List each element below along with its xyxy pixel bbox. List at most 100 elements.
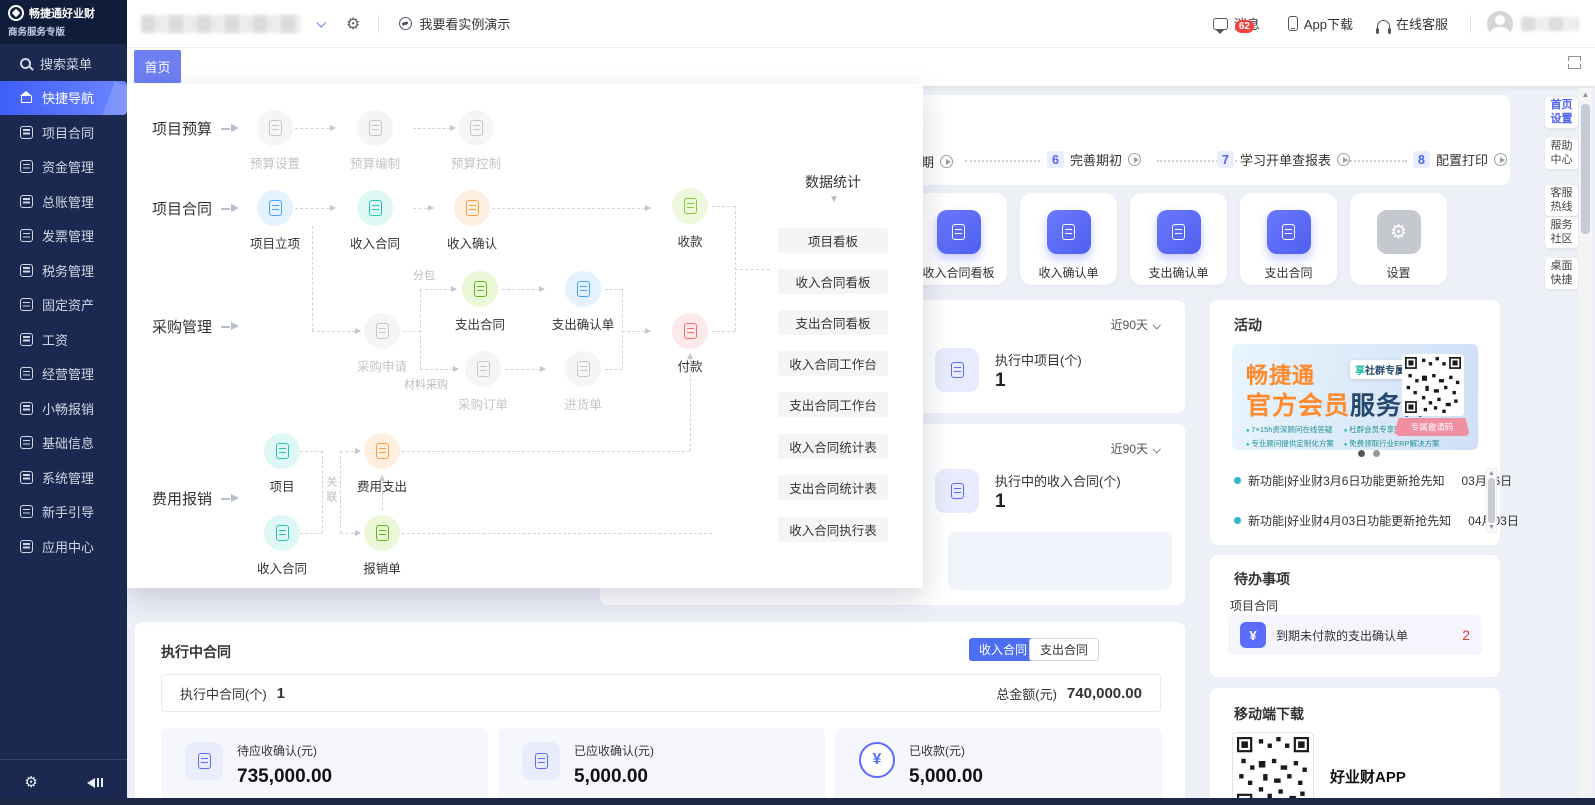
shortcut-expense-contract[interactable]: 支出合同	[1240, 193, 1337, 285]
step-8[interactable]: 8 配置打印	[1413, 150, 1508, 169]
sidebar-item-base-info[interactable]: 基础信息	[0, 426, 127, 461]
sidebar-item-invoice[interactable]: 发票管理	[0, 219, 127, 254]
news-scrollbar[interactable]: ▲ ▼	[1486, 468, 1497, 533]
stat-btn-income-report[interactable]: 收入合同统计表	[778, 434, 888, 459]
carousel-dot[interactable]	[1373, 450, 1380, 457]
collapse-sidebar-icon[interactable]	[86, 777, 103, 788]
stat-btn-expense-workbench[interactable]: 支出合同工作台	[778, 392, 888, 417]
rail-tab-service-hotline[interactable]: 客服热线	[1545, 185, 1578, 216]
home-icon	[20, 91, 33, 104]
contract-check-icon	[462, 271, 498, 307]
shortcut-settings[interactable]: ⚙ 设置	[1350, 193, 1447, 285]
sidebar-item-tax[interactable]: 税务管理	[0, 253, 127, 288]
settings-gear-icon[interactable]: ⚙	[24, 775, 37, 790]
expense-contract-toggle[interactable]: 支出合同	[1028, 638, 1099, 661]
brand-logo-icon	[8, 5, 24, 21]
fullscreen-icon[interactable]	[1568, 56, 1581, 69]
play-icon[interactable]	[1494, 153, 1508, 166]
sidebar-item-reimburse[interactable]: 小畅报销	[0, 391, 127, 426]
step-5-fragment[interactable]: 期	[921, 152, 954, 171]
flow-connector	[622, 289, 623, 369]
flow-node-receipt[interactable]: 收款	[654, 188, 726, 250]
sidebar-item-search-menu[interactable]: 搜索菜单	[0, 46, 127, 81]
flow-node-budget-control[interactable]: 预算控制	[440, 110, 512, 172]
payment-window-icon	[672, 313, 708, 349]
flow-node-purchase-request[interactable]: 采购申请	[346, 313, 418, 375]
base-info-icon	[20, 436, 33, 450]
flow-connector	[735, 269, 770, 270]
online-service-button[interactable]: 在线客服	[1375, 14, 1448, 34]
sidebar-item-quick-nav[interactable]: 快捷导航	[0, 80, 127, 115]
contract-summary-row: 执行中合同(个) 1 总金额(元) 740,000.00	[161, 674, 1161, 712]
system-icon	[20, 470, 33, 484]
user-avatar[interactable]	[1487, 10, 1513, 37]
stat-btn-project-board[interactable]: 项目看板	[778, 228, 888, 253]
play-icon[interactable]	[1128, 153, 1142, 166]
shortcut-income-confirm[interactable]: 收入确认单	[1020, 193, 1117, 285]
tab-home[interactable]: 首页	[134, 50, 181, 83]
stat-btn-expense-contract-board[interactable]: 支出合同看板	[778, 310, 888, 335]
flow-node-income-contract[interactable]: 收入合同	[339, 190, 411, 252]
stat-btn-expense-report[interactable]: 支出合同统计表	[778, 475, 888, 500]
account-settings-gear-icon[interactable]: ⚙	[346, 14, 360, 34]
sidebar-item-ledger[interactable]: 总账管理	[0, 184, 127, 219]
scroll-up-arrow[interactable]: ▲	[1579, 90, 1592, 99]
news-item[interactable]: 新功能|好业财4月03日功能更新抢先知 04月03日	[1234, 512, 1519, 529]
stat-btn-income-execution[interactable]: 收入合同执行表	[778, 517, 888, 542]
company-name-redacted[interactable]	[141, 14, 301, 33]
flow-node-reimburse-form[interactable]: 报销单	[346, 515, 418, 577]
sidebar-item-fixed-assets[interactable]: 固定资产	[0, 288, 127, 323]
stat-btn-income-workbench[interactable]: 收入合同工作台	[778, 351, 888, 376]
chevron-down-icon[interactable]	[316, 17, 327, 28]
scrollbar-thumb[interactable]	[1581, 104, 1590, 234]
news-item[interactable]: 新功能|好业财3月6日功能更新抢先知 03月06日	[1234, 472, 1512, 489]
branch-label-subcontract: 分包	[413, 270, 435, 282]
tax-icon	[20, 263, 33, 277]
member-group-banner[interactable]: 畅捷通 享享社群专属权益社群专属权益 官方会员服务群 7×15h资深顾问在线答疑…	[1232, 344, 1478, 450]
sidebar-item-project-contract[interactable]: 项目合同	[0, 115, 127, 150]
demo-icon	[399, 17, 413, 30]
flow-connector	[403, 331, 420, 332]
income-contract-toggle[interactable]: 收入合同	[968, 638, 1037, 661]
flow-node-budget-edit[interactable]: 预算编制	[339, 110, 411, 172]
todo-item-overdue-expense[interactable]: ¥ 到期未付款的支出确认单 2	[1228, 615, 1482, 655]
flow-connector	[420, 366, 459, 372]
step-7[interactable]: 7 学习开单查报表	[1217, 150, 1351, 169]
flow-node-income-contract-2[interactable]: 收入合同	[246, 515, 318, 577]
flow-node-goods-receipt[interactable]: 进货单	[547, 351, 619, 413]
range-dropdown[interactable]: 近90天	[1111, 316, 1161, 333]
rail-tab-help-center[interactable]: 帮助中心	[1545, 138, 1578, 169]
app-download-button[interactable]: App下载	[1287, 14, 1353, 33]
flow-node-project-init[interactable]: 项目立项	[239, 190, 311, 252]
step-6[interactable]: 6 完善期初	[1047, 150, 1142, 169]
rail-tab-desktop-shortcut[interactable]: 桌面快捷	[1545, 258, 1578, 289]
stat-btn-income-contract-board[interactable]: 收入合同看板	[778, 269, 888, 294]
page-scrollbar[interactable]: ▲	[1579, 88, 1592, 798]
flow-node-budget-setup[interactable]: 预算设置	[239, 110, 311, 172]
flow-node-income-confirm[interactable]: 收入确认	[436, 190, 508, 252]
sidebar-item-operations[interactable]: 经营管理	[0, 357, 127, 392]
flow-connector	[322, 451, 323, 533]
range-dropdown[interactable]: 近90天	[1111, 440, 1161, 457]
flow-connector	[295, 125, 336, 131]
sidebar-item-app-center[interactable]: 应用中心	[0, 529, 127, 564]
flow-connector	[492, 205, 651, 211]
carousel-dot-active[interactable]	[1358, 450, 1365, 457]
sidebar-item-guide[interactable]: 新手引导	[0, 495, 127, 530]
sidebar-item-system[interactable]: 系统管理	[0, 460, 127, 495]
play-icon[interactable]	[940, 155, 954, 168]
shortcut-income-contract-board[interactable]: 收入合同看板	[910, 193, 1007, 285]
guide-icon	[20, 505, 33, 519]
shortcut-expense-confirm[interactable]: 支出确认单	[1130, 193, 1227, 285]
flow-node-purchase-order[interactable]: 采购订单	[447, 351, 519, 413]
sidebar-item-funds[interactable]: 资金管理	[0, 150, 127, 185]
flow-node-project[interactable]: 项目	[246, 433, 318, 495]
flow-node-expense-confirm[interactable]: 支出确认单	[547, 271, 619, 333]
rail-tab-service-community[interactable]: 服务社区	[1545, 217, 1578, 248]
sidebar-item-salary[interactable]: 工资	[0, 322, 127, 357]
flow-node-expense-contract[interactable]: 支出合同	[444, 271, 516, 333]
demo-link[interactable]: 我要看实例演示	[419, 14, 510, 33]
funds-icon	[20, 160, 33, 174]
messages-button[interactable]: 消息 62	[1212, 14, 1260, 34]
rail-tab-home-settings[interactable]: 首页设置	[1545, 97, 1578, 128]
